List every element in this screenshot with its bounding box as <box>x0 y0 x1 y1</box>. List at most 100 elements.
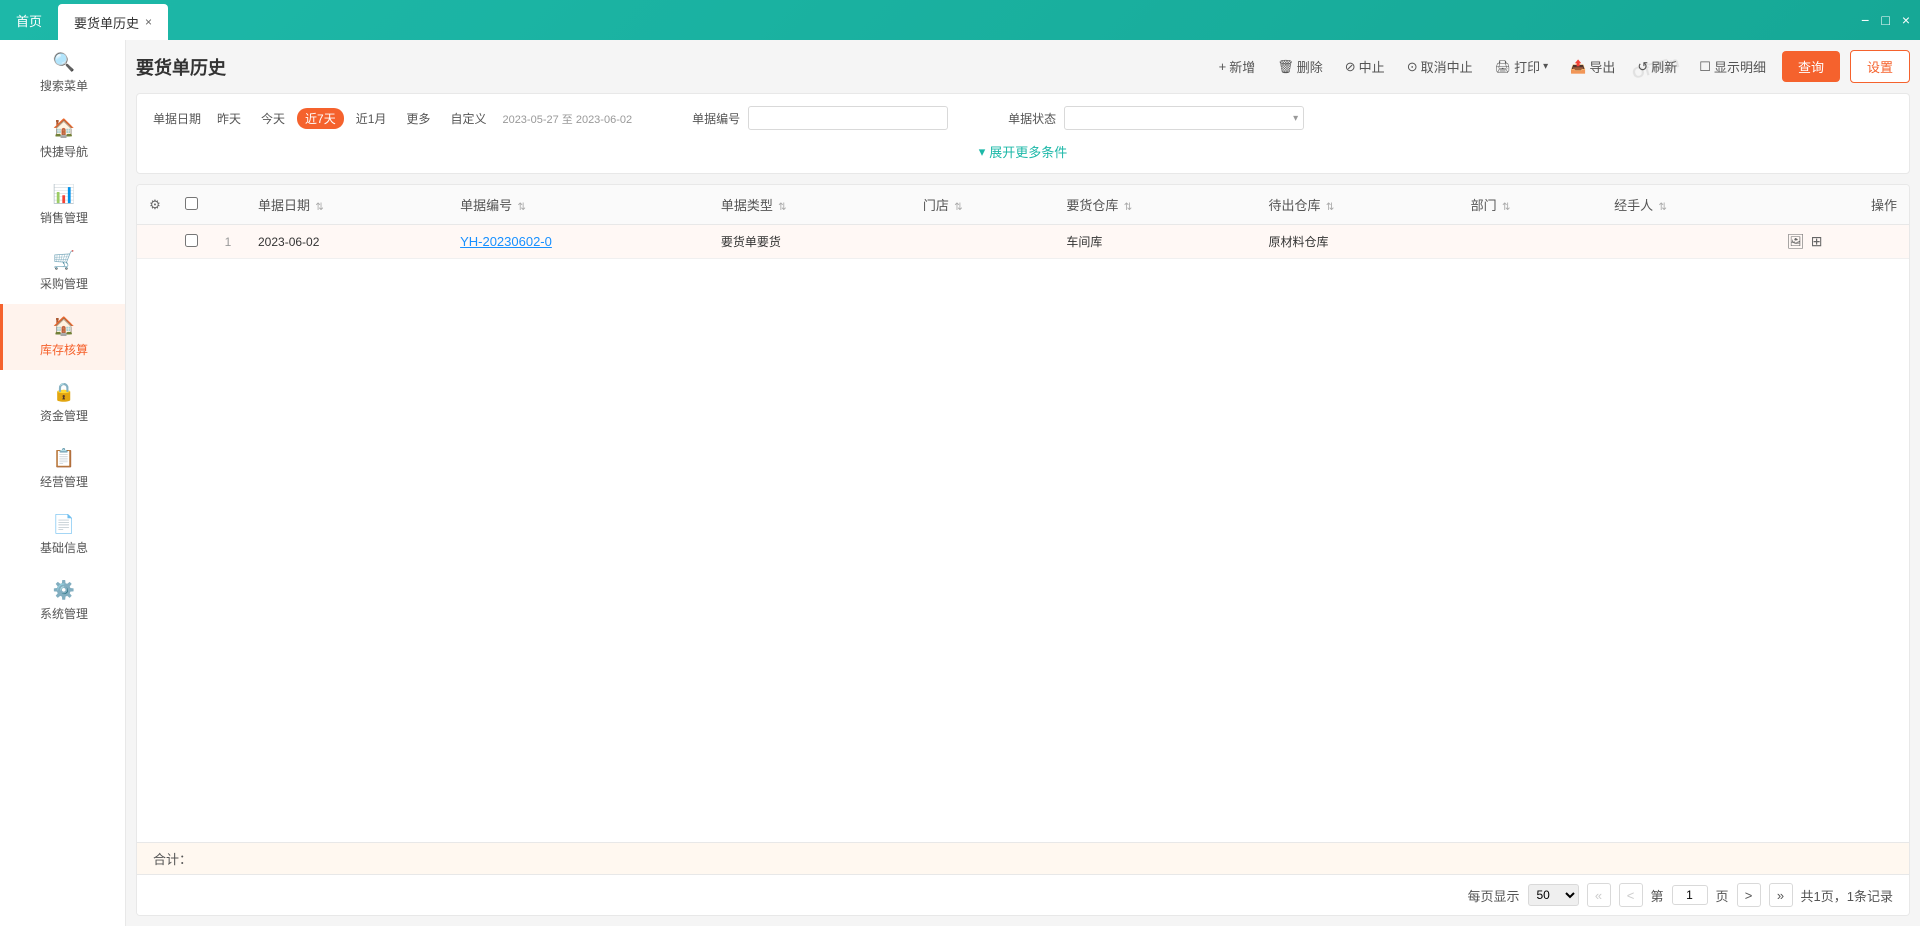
print-button[interactable]: 🖨 打印 ▾ <box>1489 53 1555 80</box>
table-container: ⚙ 单据日期 ⇅ 单据编号 <box>136 184 1910 916</box>
minimize-button[interactable]: − <box>1861 12 1869 28</box>
sidebar-item-operations[interactable]: 📋 经营管理 <box>0 436 125 502</box>
col-ops: 操作 <box>1775 185 1909 225</box>
col-date: 单据日期 ⇅ <box>246 185 448 225</box>
sort-store-icon[interactable]: ⇅ <box>954 202 962 213</box>
refresh-button[interactable]: ↺ 刷新 <box>1631 53 1683 80</box>
warehouse-icon: 🏠 <box>53 316 75 337</box>
col-req-warehouse: 要货仓库 ⇅ <box>1054 185 1256 225</box>
table-header-row: ⚙ 单据日期 ⇅ 单据编号 <box>137 185 1909 225</box>
date-buttons: 昨天 今天 近7天 近1月 更多 自定义 <box>209 108 494 129</box>
sidebar-item-sales[interactable]: 📊 销售管理 <box>0 172 125 238</box>
search-icon: 🔍 <box>53 52 75 73</box>
expand-filter-button[interactable]: ▾ 展开更多条件 <box>979 142 1068 161</box>
delete-button[interactable]: 🗑 删除 <box>1271 53 1329 80</box>
first-page-button[interactable]: « <box>1587 883 1611 907</box>
export-button[interactable]: 📤 导出 <box>1564 53 1621 80</box>
filter-bottom: ▾ 展开更多条件 <box>153 134 1893 161</box>
query-button[interactable]: 查询 <box>1782 51 1840 82</box>
date-btn-7days[interactable]: 近7天 <box>297 108 344 129</box>
table-idx-col <box>210 185 246 225</box>
sort-handler-icon[interactable]: ⇅ <box>1658 202 1666 213</box>
date-btn-today[interactable]: 今天 <box>253 108 293 129</box>
clipboard-icon: 📋 <box>53 448 75 469</box>
date-btn-custom[interactable]: 自定义 <box>442 108 494 129</box>
col-docno: 单据编号 ⇅ <box>448 185 709 225</box>
col-handler: 经手人 ⇅ <box>1602 185 1775 225</box>
cancel-stop-button[interactable]: ⊙ 取消中止 <box>1401 53 1479 80</box>
expand-icon: ▾ <box>979 144 986 160</box>
ops-buttons: 🖼 ⊞ <box>1787 233 1897 250</box>
row-view-icon[interactable]: 🖼 <box>1787 233 1805 250</box>
row-req-warehouse-cell: 车间库 <box>1054 225 1256 259</box>
row-ops-cell: 🖼 ⊞ <box>1775 225 1909 259</box>
row-docno-cell: YH-20230602-0 <box>448 225 709 259</box>
col-store: 门店 ⇅ <box>911 185 1055 225</box>
row-pending-warehouse-cell: 原材料仓库 <box>1257 225 1459 259</box>
document-icon: 📄 <box>53 514 75 535</box>
table-row: 1 2023-06-02 YH-20230602-0 要货单要货 车间库 原材料… <box>137 225 1909 259</box>
sort-pending-warehouse-icon[interactable]: ⇅ <box>1326 202 1334 213</box>
sort-req-warehouse-icon[interactable]: ⇅ <box>1124 202 1132 213</box>
sidebar: 🔍 搜索菜单 🏠 快捷导航 📊 销售管理 🛒 采购管理 🏠 库存核算 🔒 资金管… <box>0 40 126 926</box>
export-icon: 📤 <box>1570 59 1586 75</box>
status-filter-label: 单据状态 <box>1008 110 1056 127</box>
date-btn-more[interactable]: 更多 <box>398 108 438 129</box>
table-checkbox-col <box>173 185 210 225</box>
prev-page-button[interactable]: < <box>1619 883 1643 907</box>
sidebar-item-quicknav[interactable]: 🏠 快捷导航 <box>0 106 125 172</box>
page-title: 要货单历史 <box>136 54 226 80</box>
sort-date-icon[interactable]: ⇅ <box>315 202 323 213</box>
cancel-stop-icon: ⊙ <box>1407 59 1418 75</box>
print-icon: 🖨 <box>1495 59 1512 75</box>
new-button[interactable]: + 新增 <box>1213 53 1262 80</box>
table-settings-col[interactable]: ⚙ <box>137 185 173 225</box>
maximize-button[interactable]: □ <box>1881 12 1889 28</box>
date-btn-1month[interactable]: 近1月 <box>348 108 395 129</box>
row-doctype-cell: 要货单要货 <box>709 225 911 259</box>
sidebar-item-system[interactable]: ⚙️ 系统管理 <box>0 568 125 634</box>
lock-icon: 🔒 <box>53 382 75 403</box>
status-filter-group: 单据状态 ▾ <box>1008 106 1304 130</box>
row-docno-link[interactable]: YH-20230602-0 <box>460 234 552 249</box>
select-all-checkbox[interactable] <box>185 197 198 210</box>
show-detail-button[interactable]: ☐ 显示明细 <box>1693 53 1772 80</box>
tab-close-icon[interactable]: × <box>145 15 152 29</box>
next-page-button[interactable]: > <box>1737 883 1761 907</box>
date-btn-yesterday[interactable]: 昨天 <box>209 108 249 129</box>
row-idx-cell: 1 <box>210 225 246 259</box>
settings-button[interactable]: 设置 <box>1850 50 1910 83</box>
date-filter-group: 单据日期 昨天 今天 近7天 近1月 更多 自定义 2023-05-27 至 2… <box>153 108 632 129</box>
sidebar-item-purchase[interactable]: 🛒 采购管理 <box>0 238 125 304</box>
refresh-icon: ↺ <box>1637 59 1648 75</box>
content-area: 要货单历史 + 新增 🗑 删除 ⊘ 中止 ⊙ 取消中止 <box>126 40 1920 926</box>
table-wrapper: ⚙ 单据日期 ⇅ 单据编号 <box>137 185 1909 842</box>
tab-list: 首页 要货单历史 × <box>0 0 168 40</box>
page-number-input[interactable] <box>1672 885 1708 905</box>
row-store-cell <box>911 225 1055 259</box>
close-button[interactable]: × <box>1902 12 1910 28</box>
sort-doctype-icon[interactable]: ⇅ <box>778 202 786 213</box>
sort-docno-icon[interactable]: ⇅ <box>517 202 525 213</box>
filter-row-1: 单据日期 昨天 今天 近7天 近1月 更多 自定义 2023-05-27 至 2… <box>153 106 1893 130</box>
sidebar-item-inventory[interactable]: 🏠 库存核算 <box>0 304 125 370</box>
docno-filter-group: 单据编号 <box>692 106 948 130</box>
row-checkbox[interactable] <box>185 234 198 247</box>
chart-icon: 📊 <box>53 184 75 205</box>
stop-button[interactable]: ⊘ 中止 <box>1339 53 1391 80</box>
row-settings-cell <box>137 225 173 259</box>
tab-requisition-history[interactable]: 要货单历史 × <box>58 4 168 40</box>
docno-filter-input[interactable] <box>748 106 948 130</box>
col-doctype: 单据类型 ⇅ <box>709 185 911 225</box>
status-filter-select[interactable] <box>1064 106 1304 130</box>
sidebar-item-basic[interactable]: 📄 基础信息 <box>0 502 125 568</box>
sort-dept-icon[interactable]: ⇅ <box>1502 202 1510 213</box>
tab-home[interactable]: 首页 <box>0 0 58 40</box>
sidebar-item-search[interactable]: 🔍 搜索菜单 <box>0 40 125 106</box>
page-size-label: 每页显示 <box>1467 886 1519 905</box>
row-more-icon[interactable]: ⊞ <box>1811 233 1823 250</box>
sidebar-item-finance[interactable]: 🔒 资金管理 <box>0 370 125 436</box>
last-page-button[interactable]: » <box>1769 883 1793 907</box>
detail-icon: ☐ <box>1699 59 1711 75</box>
page-size-select[interactable]: 50 100 <box>1528 884 1579 906</box>
